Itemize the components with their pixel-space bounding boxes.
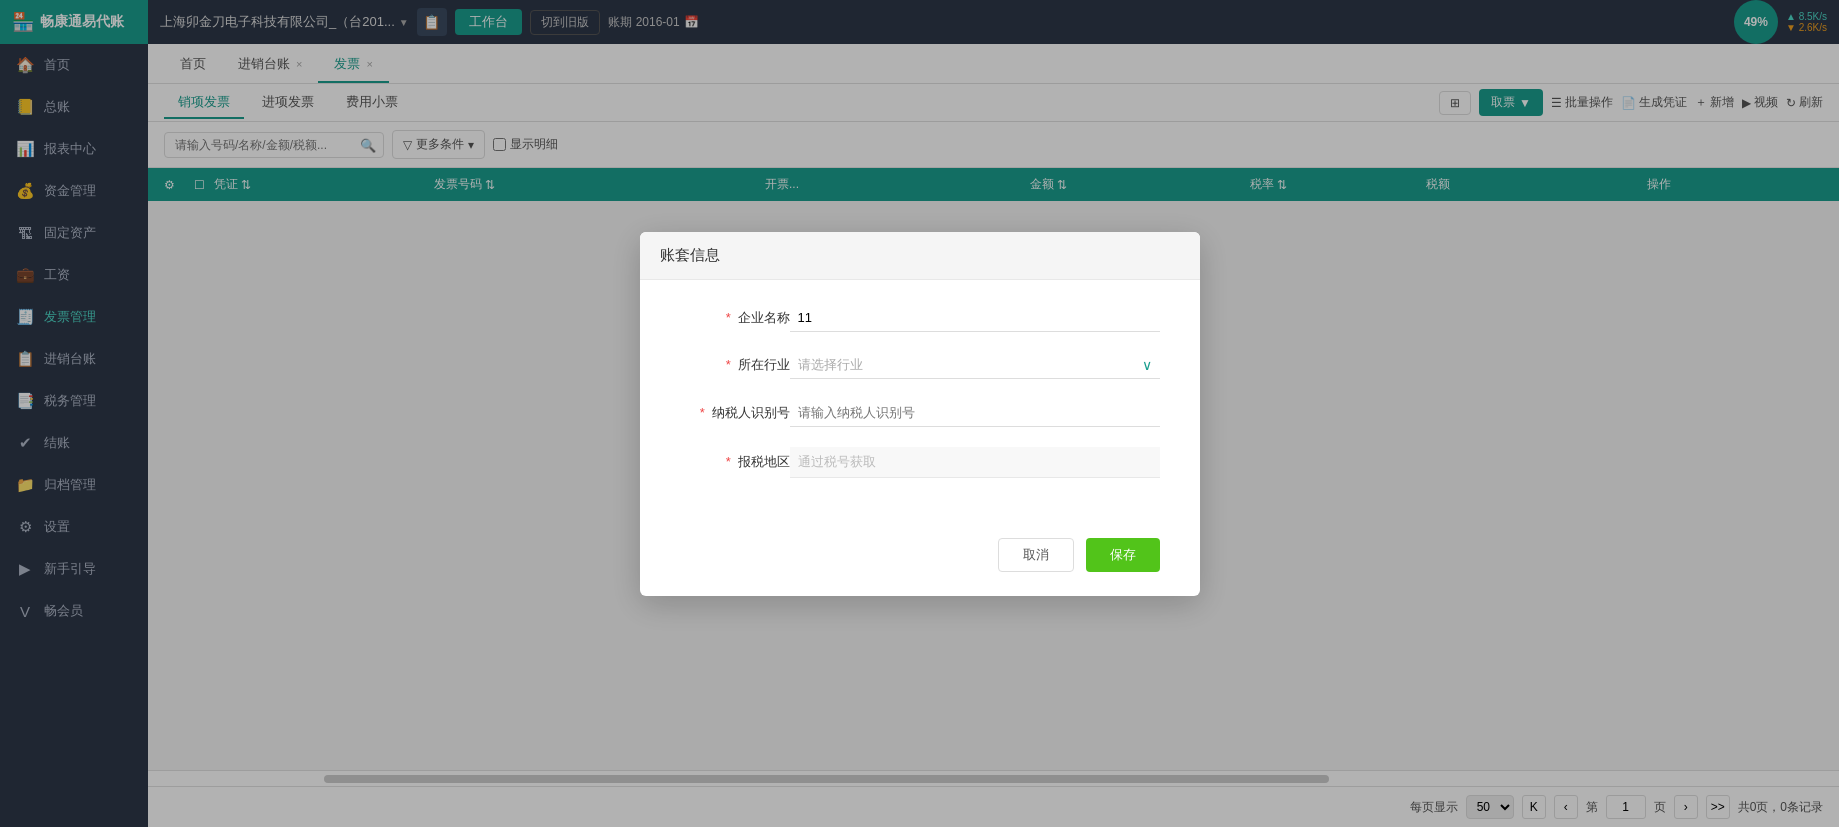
industry-placeholder: 请选择行业 — [798, 356, 1142, 374]
modal-overlay[interactable]: 账套信息 * 企业名称 * 所在行业 请选择行业 ∨ — [0, 0, 1839, 827]
company-name-input[interactable] — [790, 304, 1160, 332]
industry-dropdown-arrow: ∨ — [1142, 357, 1152, 373]
form-label-tax-id: * 纳税人识别号 — [680, 404, 790, 422]
form-row-industry: * 所在行业 请选择行业 ∨ — [680, 352, 1160, 379]
form-label-company-name: * 企业名称 — [680, 309, 790, 327]
form-row-company-name: * 企业名称 — [680, 304, 1160, 332]
dialog-body: * 企业名称 * 所在行业 请选择行业 ∨ * — [640, 280, 1200, 522]
form-label-tax-region: * 报税地区 — [680, 453, 790, 471]
tax-region-display: 通过税号获取 — [790, 447, 1160, 478]
form-row-tax-id: * 纳税人识别号 — [680, 399, 1160, 427]
industry-select[interactable]: 请选择行业 ∨ — [790, 352, 1160, 379]
tax-id-input[interactable] — [790, 399, 1160, 427]
dialog-save-button[interactable]: 保存 — [1086, 538, 1160, 572]
account-info-dialog: 账套信息 * 企业名称 * 所在行业 请选择行业 ∨ — [640, 232, 1200, 596]
dialog-title: 账套信息 — [640, 232, 1200, 280]
dialog-cancel-button[interactable]: 取消 — [998, 538, 1074, 572]
form-label-industry: * 所在行业 — [680, 356, 790, 374]
form-row-tax-region: * 报税地区 通过税号获取 — [680, 447, 1160, 478]
dialog-footer: 取消 保存 — [640, 522, 1200, 596]
